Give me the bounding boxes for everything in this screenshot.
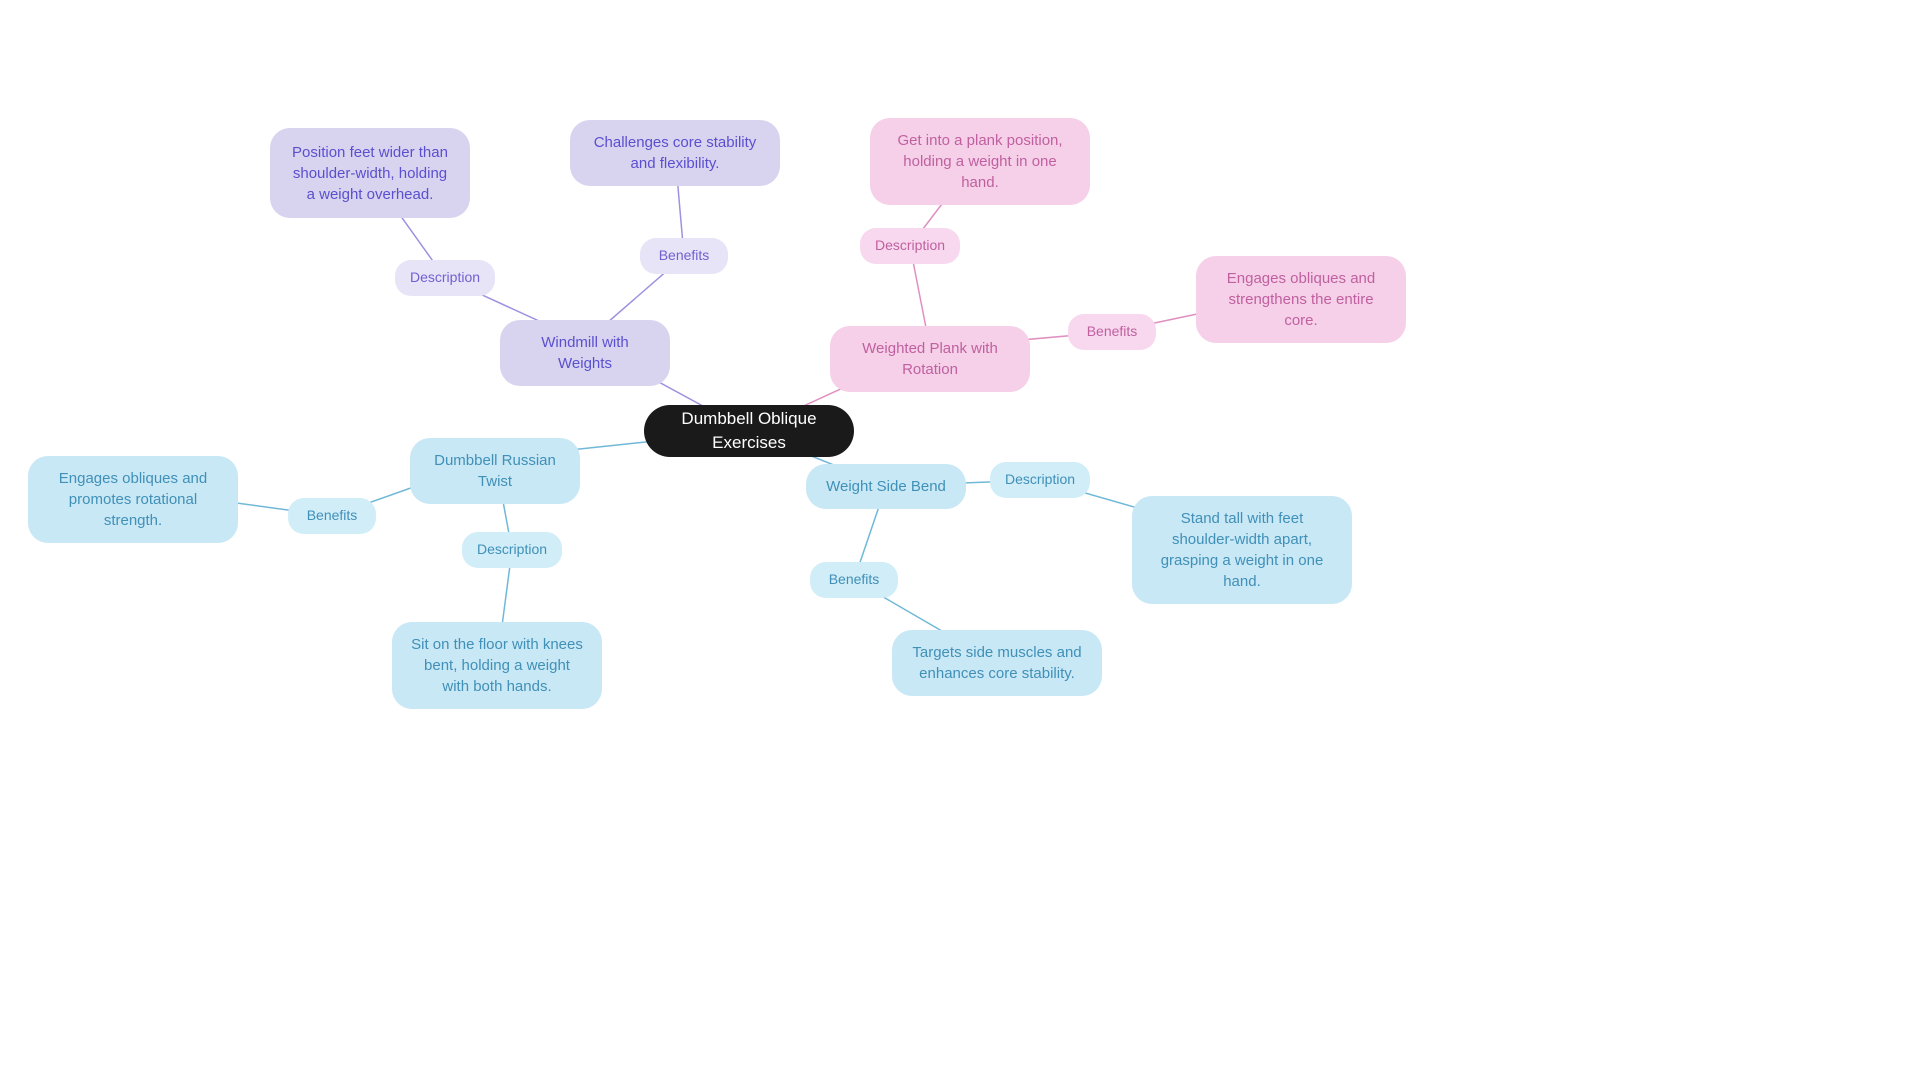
node-russian-ben-label[interactable]: Benefits	[288, 498, 376, 534]
node-russian-desc-label[interactable]: Description	[462, 532, 562, 568]
node-russian-twist[interactable]: Dumbbell Russian Twist	[410, 438, 580, 504]
mind-map: Dumbbell Oblique Exercises Windmill with …	[0, 0, 1920, 1083]
node-windmill-desc-text[interactable]: Position feet wider than shoulder-width,…	[270, 128, 470, 218]
center-node[interactable]: Dumbbell Oblique Exercises	[644, 405, 854, 457]
node-windmill-ben-text[interactable]: Challenges core stability and flexibilit…	[570, 120, 780, 186]
node-windmill-desc-label[interactable]: Description	[395, 260, 495, 296]
node-side-bend-ben-text[interactable]: Targets side muscles and enhances core s…	[892, 630, 1102, 696]
node-russian-desc-text[interactable]: Sit on the floor with knees bent, holdin…	[392, 622, 602, 709]
node-plank-desc-text[interactable]: Get into a plank position, holding a wei…	[870, 118, 1090, 205]
node-side-bend-desc-label[interactable]: Description	[990, 462, 1090, 498]
node-plank-desc-label[interactable]: Description	[860, 228, 960, 264]
node-weighted-plank[interactable]: Weighted Plank with Rotation	[830, 326, 1030, 392]
node-side-bend[interactable]: Weight Side Bend	[806, 464, 966, 509]
node-windmill-ben-label[interactable]: Benefits	[640, 238, 728, 274]
node-side-bend-ben-label[interactable]: Benefits	[810, 562, 898, 598]
node-plank-ben-label[interactable]: Benefits	[1068, 314, 1156, 350]
node-windmill[interactable]: Windmill with Weights	[500, 320, 670, 386]
node-plank-ben-text[interactable]: Engages obliques and strengthens the ent…	[1196, 256, 1406, 343]
node-side-bend-desc-text[interactable]: Stand tall with feet shoulder-width apar…	[1132, 496, 1352, 604]
node-russian-ben-text[interactable]: Engages obliques and promotes rotational…	[28, 456, 238, 543]
